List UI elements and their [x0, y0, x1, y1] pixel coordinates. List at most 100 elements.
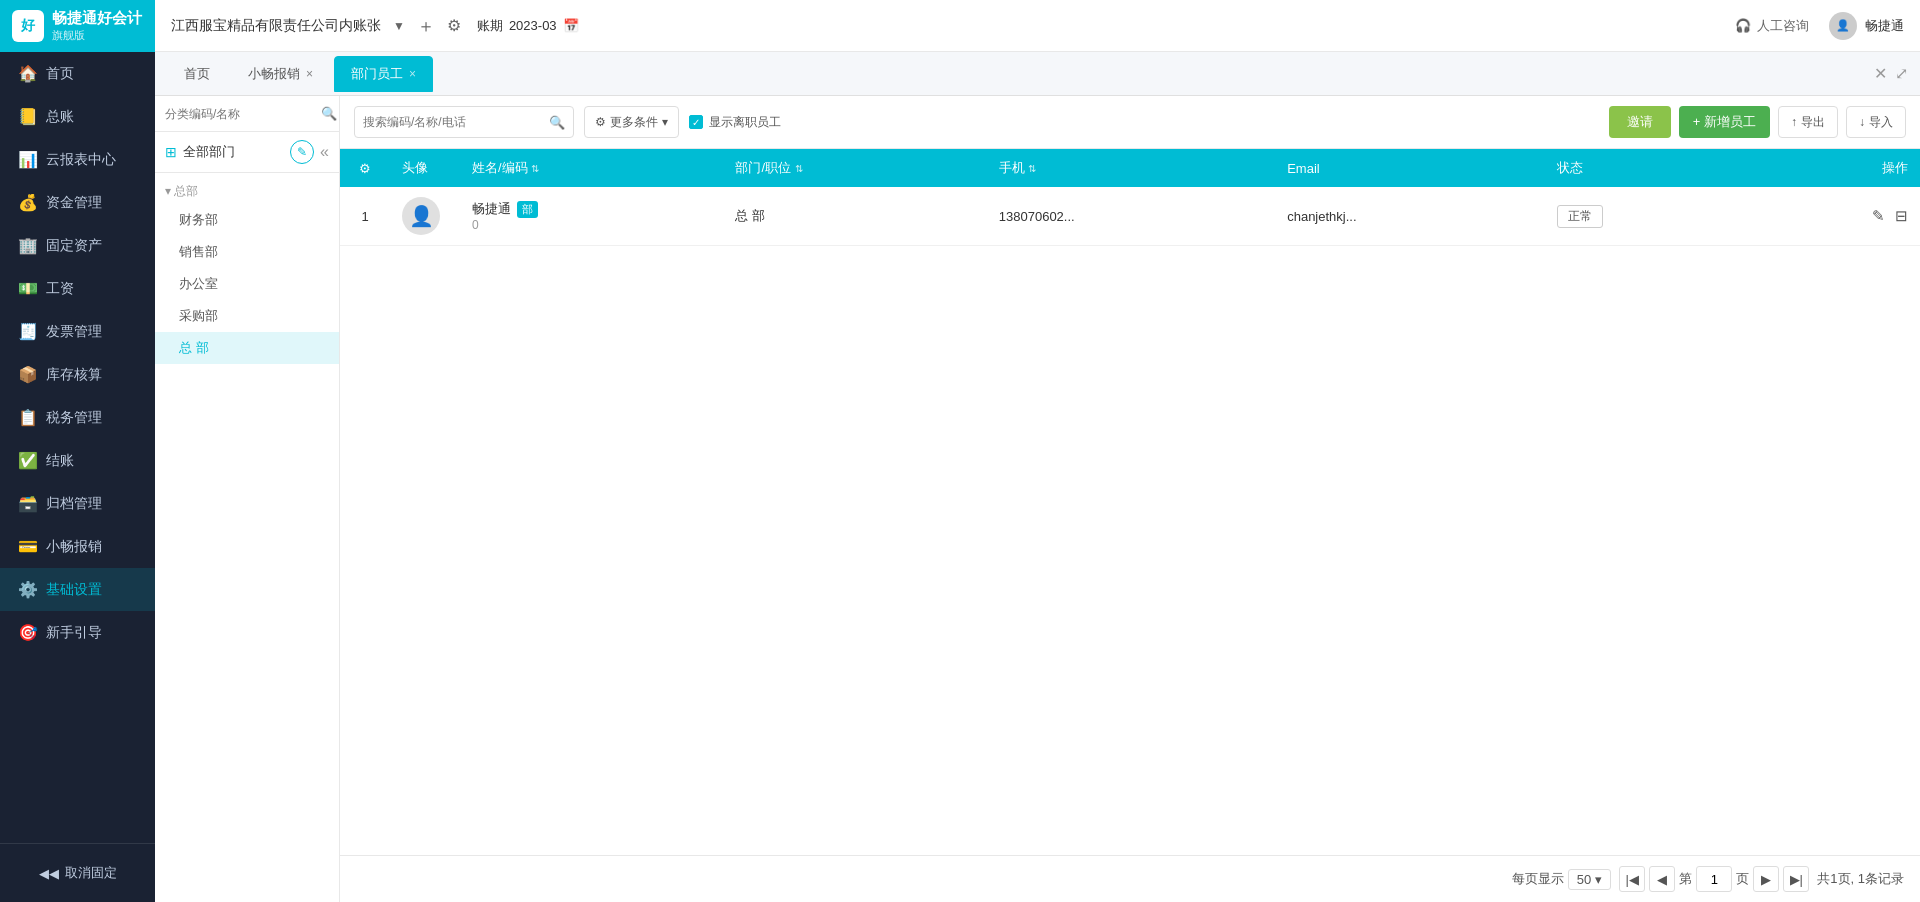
sidebar-item-xiaochang[interactable]: 💳 小畅报销 — [0, 525, 155, 568]
col-phone[interactable]: 手机 ⇅ — [987, 149, 1275, 187]
sidebar-item-label: 首页 — [46, 65, 74, 83]
cell-name: 畅捷通 部 0 — [460, 187, 723, 246]
sidebar-nav: 🏠 首页 📒 总账 📊 云报表中心 💰 资金管理 🏢 固定资产 💵 工资 🧾 发… — [0, 52, 155, 843]
dept-badge: 部 — [517, 201, 538, 218]
add-employee-button[interactable]: + 新增员工 — [1679, 106, 1770, 138]
logout-button[interactable]: ⊟ — [1895, 207, 1908, 225]
sidebar-item-guide[interactable]: 🎯 新手引导 — [0, 611, 155, 654]
next-page-button[interactable]: ▶ — [1753, 866, 1779, 892]
sidebar-item-invoice[interactable]: 🧾 发票管理 — [0, 310, 155, 353]
cell-status: 正常 — [1545, 187, 1747, 246]
employee-table-area: ⚙ 头像 姓名/编码 ⇅ 部门/职位 ⇅ — [340, 149, 1920, 855]
ledger-icon: 📒 — [18, 107, 36, 126]
search-icon[interactable]: 🔍 — [549, 115, 565, 130]
dept-search-input[interactable] — [165, 107, 315, 121]
page-label: 第 — [1679, 870, 1692, 888]
employee-code: 0 — [472, 218, 711, 232]
left-panel: 🔍 ⊞ 全部部门 ✎ « ▾ 总部 财务部 销售部 办公室 采购部 总 部 — [155, 96, 340, 902]
prev-page-button[interactable]: ◀ — [1649, 866, 1675, 892]
all-dept-label: 全部部门 — [183, 143, 235, 161]
archive-icon: 🗃️ — [18, 494, 36, 513]
avatar: 👤 — [1829, 12, 1857, 40]
sidebar-item-label: 总账 — [46, 108, 74, 126]
col-name[interactable]: 姓名/编码 ⇅ — [460, 149, 723, 187]
dept-edit-button[interactable]: ✎ — [290, 140, 314, 164]
close-tab-button[interactable]: ✕ — [1874, 64, 1887, 83]
company-dropdown-icon[interactable]: ▼ — [393, 19, 405, 33]
filter-button[interactable]: ⚙ 更多条件 ▾ — [584, 106, 679, 138]
col-name-sort-icon: ⇅ — [531, 163, 539, 174]
employee-name-row: 畅捷通 部 — [472, 200, 711, 218]
sidebar-item-basic[interactable]: ⚙️ 基础设置 — [0, 568, 155, 611]
tab-department[interactable]: 部门员工 × — [334, 56, 433, 92]
settings-button[interactable]: ⚙ — [447, 16, 461, 35]
col-dept[interactable]: 部门/职位 ⇅ — [723, 149, 986, 187]
calendar-icon[interactable]: 📅 — [563, 18, 579, 33]
page-input[interactable] — [1696, 866, 1732, 892]
cell-dept: 总 部 — [723, 187, 986, 246]
expand-tab-button[interactable]: ⤢ — [1895, 64, 1908, 83]
col-name-label: 姓名/编码 — [472, 160, 528, 175]
sidebar-item-home[interactable]: 🏠 首页 — [0, 52, 155, 95]
dept-item-office[interactable]: 办公室 — [155, 268, 339, 300]
invite-button[interactable]: 邀请 — [1609, 106, 1671, 138]
dept-item-sales[interactable]: 销售部 — [155, 236, 339, 268]
dept-item-finance[interactable]: 财务部 — [155, 204, 339, 236]
sidebar-item-tax[interactable]: 📋 税务管理 — [0, 396, 155, 439]
dept-root-label: ▾ 总部 — [155, 177, 339, 204]
service-button[interactable]: 🎧 人工咨询 — [1735, 17, 1809, 35]
all-dept-label-group: ⊞ 全部部门 — [165, 143, 235, 161]
tab-department-close[interactable]: × — [409, 67, 416, 81]
sidebar-item-cloud-report[interactable]: 📊 云报表中心 — [0, 138, 155, 181]
add-tab-button[interactable]: ＋ — [417, 14, 435, 38]
sidebar-item-fund[interactable]: 💰 资金管理 — [0, 181, 155, 224]
tab-home[interactable]: 首页 — [167, 56, 227, 92]
topbar: 江西服宝精品有限责任公司内账张 ▼ ＋ ⚙ 账期 2023-03 📅 🎧 人工咨… — [155, 0, 1920, 52]
avatar-person-icon: 👤 — [409, 204, 434, 228]
sidebar-item-fixed-assets[interactable]: 🏢 固定资产 — [0, 224, 155, 267]
search-input[interactable] — [363, 115, 543, 129]
service-label: 人工咨询 — [1757, 17, 1809, 35]
dept-header-actions: ✎ « — [290, 140, 329, 164]
table-row: 1 👤 畅捷通 部 0 — [340, 187, 1920, 246]
sidebar-item-ledger[interactable]: 📒 总账 — [0, 95, 155, 138]
tab-xiaochang[interactable]: 小畅报销 × — [231, 56, 330, 92]
all-dept-header: ⊞ 全部部门 ✎ « — [155, 132, 339, 173]
inventory-icon: 📦 — [18, 365, 36, 384]
edit-button[interactable]: ✎ — [1872, 207, 1885, 225]
per-page-value: 50 — [1577, 872, 1591, 887]
tab-xiaochang-close[interactable]: × — [306, 67, 313, 81]
page-unit: 页 — [1736, 870, 1749, 888]
content-area: 🔍 ⊞ 全部部门 ✎ « ▾ 总部 财务部 销售部 办公室 采购部 总 部 — [155, 96, 1920, 902]
dept-item-purchase[interactable]: 采购部 — [155, 300, 339, 332]
dept-search-icon[interactable]: 🔍 — [321, 106, 337, 121]
employee-table: ⚙ 头像 姓名/编码 ⇅ 部门/职位 ⇅ — [340, 149, 1920, 246]
sidebar-item-payroll[interactable]: 💵 工资 — [0, 267, 155, 310]
per-page-select[interactable]: 50 ▾ — [1568, 869, 1611, 890]
guide-icon: 🎯 — [18, 623, 36, 642]
period-value[interactable]: 2023-03 — [509, 18, 557, 33]
sidebar-item-archive[interactable]: 🗃️ 归档管理 — [0, 482, 155, 525]
last-page-button[interactable]: ▶| — [1783, 866, 1809, 892]
tab-department-label: 部门员工 — [351, 65, 403, 83]
sidebar-item-closing[interactable]: ✅ 结账 — [0, 439, 155, 482]
dept-collapse-button[interactable]: « — [320, 143, 329, 161]
cell-index: 1 — [340, 187, 390, 246]
show-resigned-checkbox[interactable]: ✓ — [689, 115, 703, 129]
first-page-button[interactable]: |◀ — [1619, 866, 1645, 892]
tabbar: 首页 小畅报销 × 部门员工 × ✕ ⤢ — [155, 52, 1920, 96]
col-avatar: 头像 — [390, 149, 460, 187]
user-menu[interactable]: 👤 畅捷通 — [1829, 12, 1904, 40]
per-page-chevron-icon: ▾ — [1595, 872, 1602, 887]
sidebar-item-label: 结账 — [46, 452, 74, 470]
export-button[interactable]: ↑ 导出 — [1778, 106, 1838, 138]
dept-item-head[interactable]: 总 部 — [155, 332, 339, 364]
employee-toolbar: 🔍 ⚙ 更多条件 ▾ ✓ 显示离职员工 邀请 + 新增员工 ↑ 导出 — [340, 96, 1920, 149]
import-button[interactable]: ↓ 导入 — [1846, 106, 1906, 138]
logo-icon: 好 — [12, 10, 44, 42]
col-settings-icon[interactable]: ⚙ — [359, 161, 371, 176]
import-label: 导入 — [1869, 114, 1893, 131]
show-resigned-toggle[interactable]: ✓ 显示离职员工 — [689, 114, 781, 131]
cancel-fixed-button[interactable]: ◀◀ 取消固定 — [0, 854, 155, 892]
sidebar-item-inventory[interactable]: 📦 库存核算 — [0, 353, 155, 396]
